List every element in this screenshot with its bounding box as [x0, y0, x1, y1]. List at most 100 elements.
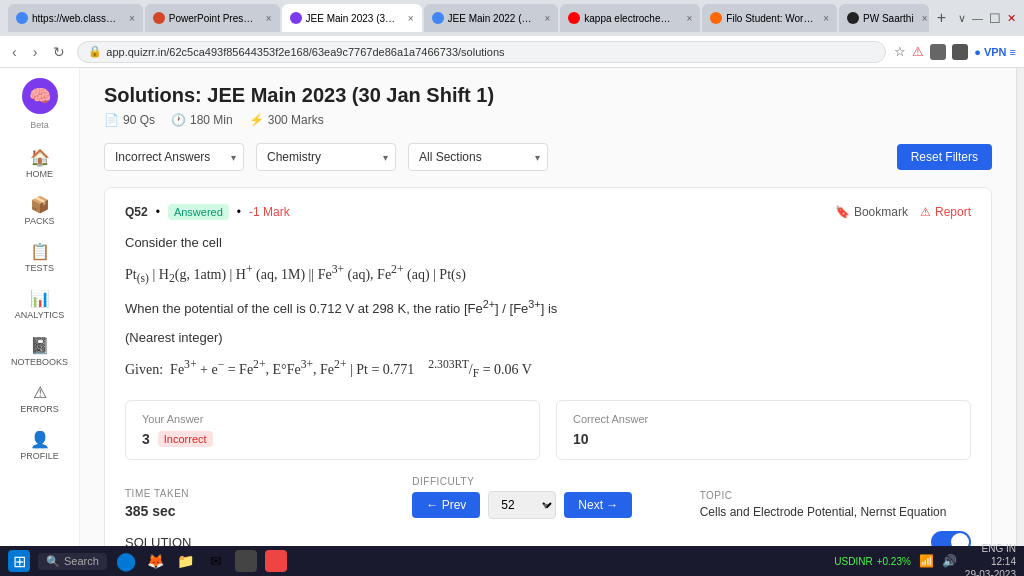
warning-icon: ⚠: [912, 44, 924, 59]
section-select[interactable]: All Sections Section A Section B: [408, 143, 548, 171]
scroll-bar[interactable]: [1016, 68, 1024, 546]
marks-text: 300 Marks: [268, 113, 324, 127]
mark-badge: -1 Mark: [249, 205, 290, 219]
page-meta: 📄 90 Qs 🕐 180 Min ⚡ 300 Marks: [104, 113, 992, 127]
difficulty-controls: ← Prev 52 50 60 70 ▾ Next →: [412, 491, 683, 519]
answer-type-select[interactable]: Incorrect Answers Correct Answers All An…: [104, 143, 244, 171]
subject-filter[interactable]: Chemistry Physics Mathematics ▾: [256, 143, 396, 171]
analytics-icon: 📊: [30, 289, 50, 308]
browser-chrome: https://web.classplusapp.c... × PowerPoi…: [0, 0, 1024, 36]
address-bar[interactable]: 🔒 app.quizrr.in/62c5ca493f85644353f2e168…: [77, 41, 886, 63]
report-button[interactable]: ⚠ Report: [920, 205, 971, 219]
topic-value: Cells and Electrode Potential, Nernst Eq…: [700, 505, 971, 519]
app-logo: 🧠: [22, 78, 58, 114]
bookmark-star-icon[interactable]: ☆: [894, 44, 906, 59]
sidebar-item-home[interactable]: 🏠 HOME: [8, 142, 72, 185]
reload-button[interactable]: ↻: [49, 42, 69, 62]
sidebar-item-errors[interactable]: ⚠ ERRORS: [8, 377, 72, 420]
clock-icon: 🕐: [171, 113, 186, 127]
question-formula: Pt(s) | H2(g, 1atm) | H+ (aq, 1M) || Fe3…: [125, 260, 971, 289]
errors-icon: ⚠: [33, 383, 47, 402]
tab-bar: https://web.classplusapp.c... × PowerPoi…: [8, 4, 952, 32]
filters-row: Incorrect Answers Correct Answers All An…: [104, 143, 992, 171]
report-icon: ⚠: [920, 205, 931, 219]
sidebar-item-analytics[interactable]: 📊 ANALYTICS: [8, 283, 72, 326]
sidebar-notebooks-label: NOTEBOOKS: [11, 357, 68, 367]
your-answer-label: Your Answer: [142, 413, 523, 425]
tab-1[interactable]: https://web.classplusapp.c... ×: [8, 4, 143, 32]
tab-2[interactable]: PowerPoint Presentation ×: [145, 4, 280, 32]
new-tab-button[interactable]: +: [931, 4, 952, 32]
tab-6[interactable]: Filo Student: World's Only ×: [702, 4, 837, 32]
sidebar-item-packs[interactable]: 📦 PACKS: [8, 189, 72, 232]
your-answer-number: 3: [142, 431, 150, 447]
difficulty-select-wrapper[interactable]: 52 50 60 70 ▾: [488, 491, 556, 519]
nav-icons: ☆ ⚠ ● VPN ≡: [894, 44, 1016, 60]
sidebar-profile-label: PROFILE: [20, 451, 59, 461]
your-answer-box: Your Answer 3 Incorrect: [125, 400, 540, 460]
tests-icon: 📋: [30, 242, 50, 261]
answered-badge: Answered: [168, 204, 229, 220]
marks-icon: ⚡: [249, 113, 264, 127]
reset-filters-button[interactable]: Reset Filters: [897, 144, 992, 170]
time-taken-label: TIME TAKEN: [125, 488, 396, 499]
profile-icon: 👤: [30, 430, 50, 449]
taskbar-time: ENG IN 12:14 29-03-2023: [965, 542, 1016, 547]
meta-duration: 🕐 180 Min: [171, 113, 233, 127]
packs-icon: 📦: [30, 195, 50, 214]
sidebar-item-notebooks[interactable]: 📓 NOTEBOOKS: [8, 330, 72, 373]
bookmark-icon: 🔖: [835, 205, 850, 219]
correct-answer-box: Correct Answer 10: [556, 400, 971, 460]
answer-type-filter[interactable]: Incorrect Answers Correct Answers All An…: [104, 143, 244, 171]
question-header: Q52 • Answered • -1 Mark 🔖 Bookmark ⚠ Re…: [125, 204, 971, 220]
question-line2: When the potential of the cell is 0.712 …: [125, 295, 971, 320]
sidebar-packs-label: PACKS: [25, 216, 55, 226]
questions-icon: 📄: [104, 113, 119, 127]
sidebar-home-label: HOME: [26, 169, 53, 179]
back-button[interactable]: ‹: [8, 42, 21, 62]
vpn-label[interactable]: ● VPN ≡: [974, 46, 1016, 58]
difficulty-block: DIFFICULTY ← Prev 52 50 60 70 ▾: [412, 476, 683, 519]
nav-bar: ‹ › ↻ 🔒 app.quizrr.in/62c5ca493f85644353…: [0, 36, 1024, 68]
duration-text: 180 Min: [190, 113, 233, 127]
address-text: app.quizrr.in/62c5ca493f85644353f2e168/6…: [106, 46, 504, 58]
time-taken-block: TIME TAKEN 385 sec: [125, 488, 396, 519]
correct-answer-label: Correct Answer: [573, 413, 954, 425]
topic-block: TOPIC Cells and Electrode Potential, Ner…: [700, 490, 971, 519]
extension-icon[interactable]: [930, 44, 946, 60]
prev-button[interactable]: ← Prev: [412, 492, 480, 518]
difficulty-select[interactable]: 52 50 60 70: [488, 491, 556, 519]
time-taken-value: 385 sec: [125, 503, 396, 519]
your-answer-value: 3 Incorrect: [142, 431, 523, 447]
solution-label: SOLUTION: [125, 535, 191, 546]
question-body: Consider the cell Pt(s) | H2(g, 1atm) | …: [125, 232, 971, 384]
question-line3: (Nearest integer): [125, 327, 971, 349]
beta-label: Beta: [30, 120, 49, 130]
question-meta: Q52 • Answered • -1 Mark: [125, 204, 290, 220]
questions-count: 90 Qs: [123, 113, 155, 127]
tab-7[interactable]: PW Saarthi ×: [839, 4, 929, 32]
taskbar-right: USDINR +0.23% 📶 🔊 ENG IN 12:14 29-03-202…: [834, 542, 1016, 547]
tab-5[interactable]: kappa electrochemistry - ... ×: [560, 4, 700, 32]
stats-row: TIME TAKEN 385 sec DIFFICULTY ← Prev 52 …: [125, 476, 971, 519]
correct-answer-value: 10: [573, 431, 954, 447]
tab-3[interactable]: JEE Main 2023 (30 Jan... ×: [282, 4, 422, 32]
bookmark-button[interactable]: 🔖 Bookmark: [835, 205, 908, 219]
lang-label: ENG IN: [965, 542, 1016, 547]
forward-button[interactable]: ›: [29, 42, 42, 62]
notebooks-icon: 📓: [30, 336, 50, 355]
extension-icon2[interactable]: [952, 44, 968, 60]
tab-4[interactable]: JEE Main 2022 (Online) 26... ×: [424, 4, 559, 32]
section-filter[interactable]: All Sections Section A Section B ▾: [408, 143, 548, 171]
next-button[interactable]: Next →: [564, 492, 632, 518]
sidebar-item-tests[interactable]: 📋 TESTS: [8, 236, 72, 279]
question-given: Given: Fe3+ + e− = Fe2+, E°Fe3+, Fe2+ | …: [125, 355, 971, 384]
sidebar-analytics-label: ANALYTICS: [15, 310, 64, 320]
subject-select[interactable]: Chemistry Physics Mathematics: [256, 143, 396, 171]
difficulty-label: DIFFICULTY: [412, 476, 683, 487]
sidebar-item-profile[interactable]: 👤 PROFILE: [8, 424, 72, 467]
page-title: Solutions: JEE Main 2023 (30 Jan Shift 1…: [104, 84, 992, 107]
home-icon: 🏠: [30, 148, 50, 167]
app-container: 🧠 Beta 🏠 HOME 📦 PACKS 📋 TESTS 📊 ANALYTIC…: [0, 68, 1024, 546]
question-actions: 🔖 Bookmark ⚠ Report: [835, 205, 971, 219]
